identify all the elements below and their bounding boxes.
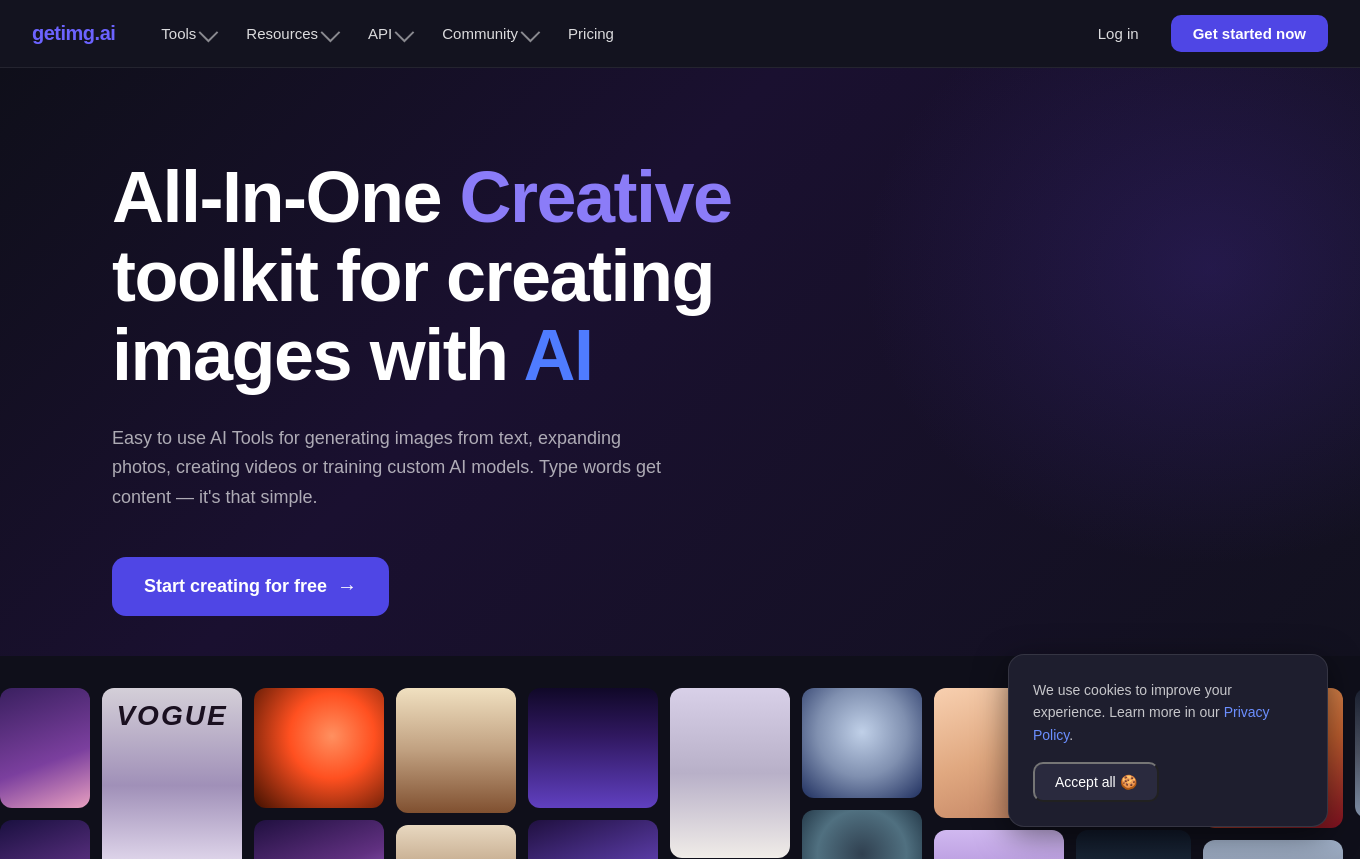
nav-item-community[interactable]: Community: [428, 17, 550, 50]
gallery-image: [0, 688, 90, 808]
logo-text-before: getimg: [32, 22, 95, 44]
gallery-image: [1203, 840, 1343, 859]
gallery-image: [802, 688, 922, 798]
logo[interactable]: getimg.ai: [32, 22, 115, 45]
nav-api-label: API: [368, 25, 392, 42]
gallery-image: [528, 688, 658, 808]
headline-part1: All-In-One: [112, 157, 459, 237]
hero-subtitle: Easy to use AI Tools for generating imag…: [112, 424, 682, 513]
gallery-image: VOGUE: [102, 688, 242, 859]
headline-creative: Creative: [459, 157, 731, 237]
gallery-image: [396, 825, 516, 859]
gallery-image: [934, 830, 1064, 859]
nav-right: Log in Get started now: [1078, 15, 1328, 52]
navbar: getimg.ai Tools Resources API Community …: [0, 0, 1360, 68]
nav-resources-label: Resources: [246, 25, 318, 42]
chevron-down-icon: [199, 22, 219, 42]
nav-item-api[interactable]: API: [354, 17, 424, 50]
nav-pricing-label: Pricing: [568, 25, 614, 42]
chevron-down-icon: [395, 22, 415, 42]
image-col-5: [528, 688, 658, 859]
chevron-down-icon: [321, 22, 341, 42]
image-col-7: [802, 688, 922, 859]
hero-headline: All-In-One Creative toolkit for creating…: [112, 158, 900, 396]
gallery-image: [254, 820, 384, 859]
gallery-image: [1355, 688, 1360, 818]
hero-section: All-In-One Creative toolkit for creating…: [0, 68, 1360, 656]
nav-item-pricing[interactable]: Pricing: [554, 17, 628, 50]
login-button[interactable]: Log in: [1078, 16, 1159, 51]
vogue-text: VOGUE: [116, 700, 227, 732]
nav-community-label: Community: [442, 25, 518, 42]
image-col-11: [1355, 688, 1360, 859]
nav-left: getimg.ai Tools Resources API Community …: [32, 17, 628, 50]
cookie-banner: We use cookies to improve your experienc…: [1008, 654, 1328, 827]
gallery-image: [396, 688, 516, 813]
gallery-image: [528, 820, 658, 859]
image-col-4: [396, 688, 516, 859]
chevron-down-icon: [521, 22, 541, 42]
gallery-image: [670, 688, 790, 858]
nav-item-resources[interactable]: Resources: [232, 17, 350, 50]
cookie-message: We use cookies to improve your experienc…: [1033, 679, 1303, 746]
nav-tools-label: Tools: [161, 25, 196, 42]
start-creating-button[interactable]: Start creating for free →: [112, 557, 389, 616]
headline-ai: AI: [523, 315, 592, 395]
image-col-3: [254, 688, 384, 859]
image-col-1: [0, 688, 90, 859]
gallery-image: [0, 820, 90, 859]
nav-item-tools[interactable]: Tools: [147, 17, 228, 50]
nav-links: Tools Resources API Community Pricing: [147, 17, 628, 50]
start-creating-label: Start creating for free: [144, 576, 327, 597]
arrow-right-icon: →: [337, 575, 357, 598]
gallery-image: [254, 688, 384, 808]
image-col-6: [670, 688, 790, 859]
logo-text-after: ai: [100, 22, 116, 44]
image-col-2: VOGUE: [102, 688, 242, 859]
gallery-image: [1076, 830, 1191, 859]
gallery-image: [802, 810, 922, 859]
get-started-button[interactable]: Get started now: [1171, 15, 1328, 52]
headline-part2: toolkit for creating images with: [112, 236, 714, 395]
hero-content: All-In-One Creative toolkit for creating…: [0, 68, 900, 656]
accept-cookies-button[interactable]: Accept all 🍪: [1033, 762, 1159, 802]
cookie-suffix: .: [1069, 727, 1073, 743]
cookie-message-text: We use cookies to improve your experienc…: [1033, 682, 1232, 720]
